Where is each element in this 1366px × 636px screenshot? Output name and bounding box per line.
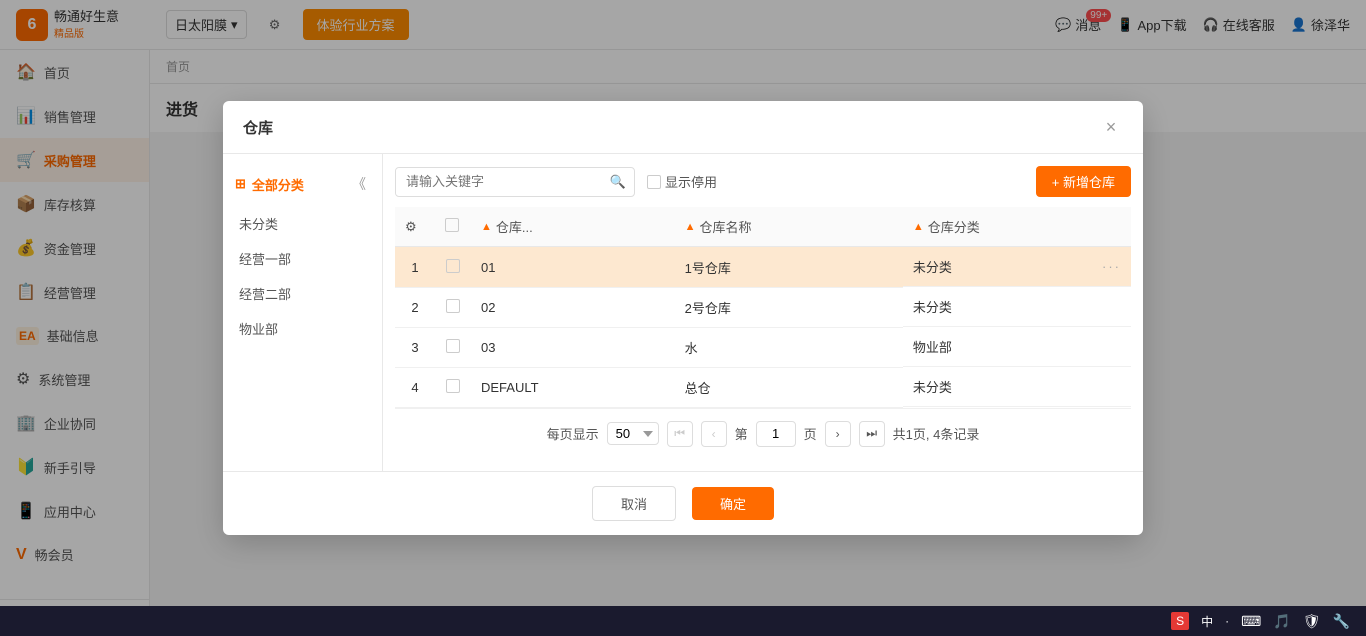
category-all[interactable]: ⊞ 全部分类 [235,175,304,194]
tool-icon[interactable]: 🔧 [1333,613,1350,630]
keyboard-icon[interactable]: ⌨ [1241,613,1261,630]
first-page-button[interactable]: ⏮ [667,421,693,447]
modal-overlay: 仓库 × ⊞ 全部分类 《 未分类 经营一部 [0,0,1366,636]
page-suffix: 页 [804,424,817,443]
show-disabled-checkbox[interactable] [647,175,661,189]
row-code: DEFAULT [471,367,675,407]
category-item-property[interactable]: 物业部 [223,311,382,346]
row-checkbox[interactable] [435,287,471,327]
row-name: 总仓 [675,367,903,407]
sort-icon-category: ▲ [913,221,924,233]
row-no: 2 [395,287,435,327]
page-label: 第 [735,424,748,443]
warehouse-table: ⚙ ▲ 仓库... [395,207,1131,408]
table-row[interactable]: 3 03 水 物业部 [395,327,1131,367]
action-dots[interactable]: ··· [1102,259,1121,274]
status-bar: S 中 · ⌨ 🎵 🛡 🔧 [0,606,1366,636]
add-warehouse-button[interactable]: + 新增仓库 [1036,166,1131,197]
th-check [435,207,471,247]
dot-icon: · [1225,614,1229,628]
dialog-footer: 取消 确定 [223,471,1143,535]
last-page-button[interactable]: ⏭ [859,421,885,447]
music-icon[interactable]: 🎵 [1273,613,1290,630]
table-row[interactable]: 1 01 1号仓库 未分类 ··· [395,247,1131,288]
category-item-ops1[interactable]: 经营一部 [223,241,382,276]
category-item-unclassified[interactable]: 未分类 [223,206,382,241]
ime-mode-icon[interactable]: 中 [1201,613,1213,630]
row-checkbox[interactable] [435,247,471,288]
row-category: 未分类 [903,287,1131,327]
cancel-button[interactable]: 取消 [592,486,676,521]
grid-icon: ⊞ [235,176,246,192]
pagination: 每页显示 50 10 20 100 ⏮ ‹ 第 页 › ⏭ 共1页, 4条记录 [395,408,1131,459]
show-disabled-text: 显示停用 [665,172,717,191]
row-checkbox[interactable] [435,367,471,407]
row-name: 1号仓库 [675,247,903,288]
table-body: 1 01 1号仓库 未分类 ··· 2 02 2号仓库 未分类 3 03 水 物… [395,247,1131,408]
row-code: 01 [471,247,675,288]
table-toolbar: 🔍 显示停用 + 新增仓库 [395,166,1131,197]
per-page-select[interactable]: 50 10 20 100 [607,422,659,445]
warehouse-dialog: 仓库 × ⊞ 全部分类 《 未分类 经营一部 [223,101,1143,535]
search-icon[interactable]: 🔍 [602,168,634,196]
table-panel: 🔍 显示停用 + 新增仓库 ⚙ [383,154,1143,471]
ime-icon[interactable]: S [1171,612,1189,630]
th-gear: ⚙ [395,207,435,247]
row-no: 4 [395,367,435,407]
row-name: 水 [675,327,903,367]
row-no: 3 [395,327,435,367]
dialog-title: 仓库 [243,117,273,138]
total-records: 共1页, 4条记录 [893,424,980,443]
row-name: 2号仓库 [675,287,903,327]
page-number-input[interactable] [756,421,796,447]
table-head: ⚙ ▲ 仓库... [395,207,1131,247]
show-disabled-label[interactable]: 显示停用 [647,172,717,191]
prev-page-button[interactable]: ‹ [701,421,727,447]
row-checkbox[interactable] [435,327,471,367]
dialog-body: ⊞ 全部分类 《 未分类 经营一部 经营二部 物业部 [223,154,1143,471]
close-button[interactable]: × [1099,115,1123,139]
select-all-checkbox[interactable] [445,218,459,232]
category-all-label: 全部分类 [252,175,304,194]
search-input[interactable] [396,168,602,195]
confirm-button[interactable]: 确定 [692,487,774,520]
row-category: 未分类 ··· [903,247,1131,287]
table-header-row: ⚙ ▲ 仓库... [395,207,1131,247]
category-header: ⊞ 全部分类 《 [223,166,382,206]
sort-icon-code: ▲ [481,221,492,233]
category-panel: ⊞ 全部分类 《 未分类 经营一部 经营二部 物业部 [223,154,383,471]
next-page-button[interactable]: › [825,421,851,447]
th-warehouse-category: ▲ 仓库分类 [903,207,1131,247]
shield-icon[interactable]: 🛡 [1303,613,1321,630]
collapse-button[interactable]: 《 [348,172,370,196]
table-row[interactable]: 2 02 2号仓库 未分类 [395,287,1131,327]
sort-icon-name: ▲ [685,221,696,233]
search-box: 🔍 [395,167,635,197]
th-warehouse-name: ▲ 仓库名称 [675,207,903,247]
dialog-header: 仓库 × [223,101,1143,154]
table-row[interactable]: 4 DEFAULT 总仓 未分类 [395,367,1131,407]
row-code: 03 [471,327,675,367]
row-category: 物业部 [903,327,1131,367]
row-no: 1 [395,247,435,288]
row-category: 未分类 [903,367,1131,407]
per-page-label: 每页显示 [547,424,599,443]
row-code: 02 [471,287,675,327]
th-warehouse-code: ▲ 仓库... [471,207,675,247]
category-item-ops2[interactable]: 经营二部 [223,276,382,311]
table-scroll-area: ⚙ ▲ 仓库... [395,207,1131,408]
